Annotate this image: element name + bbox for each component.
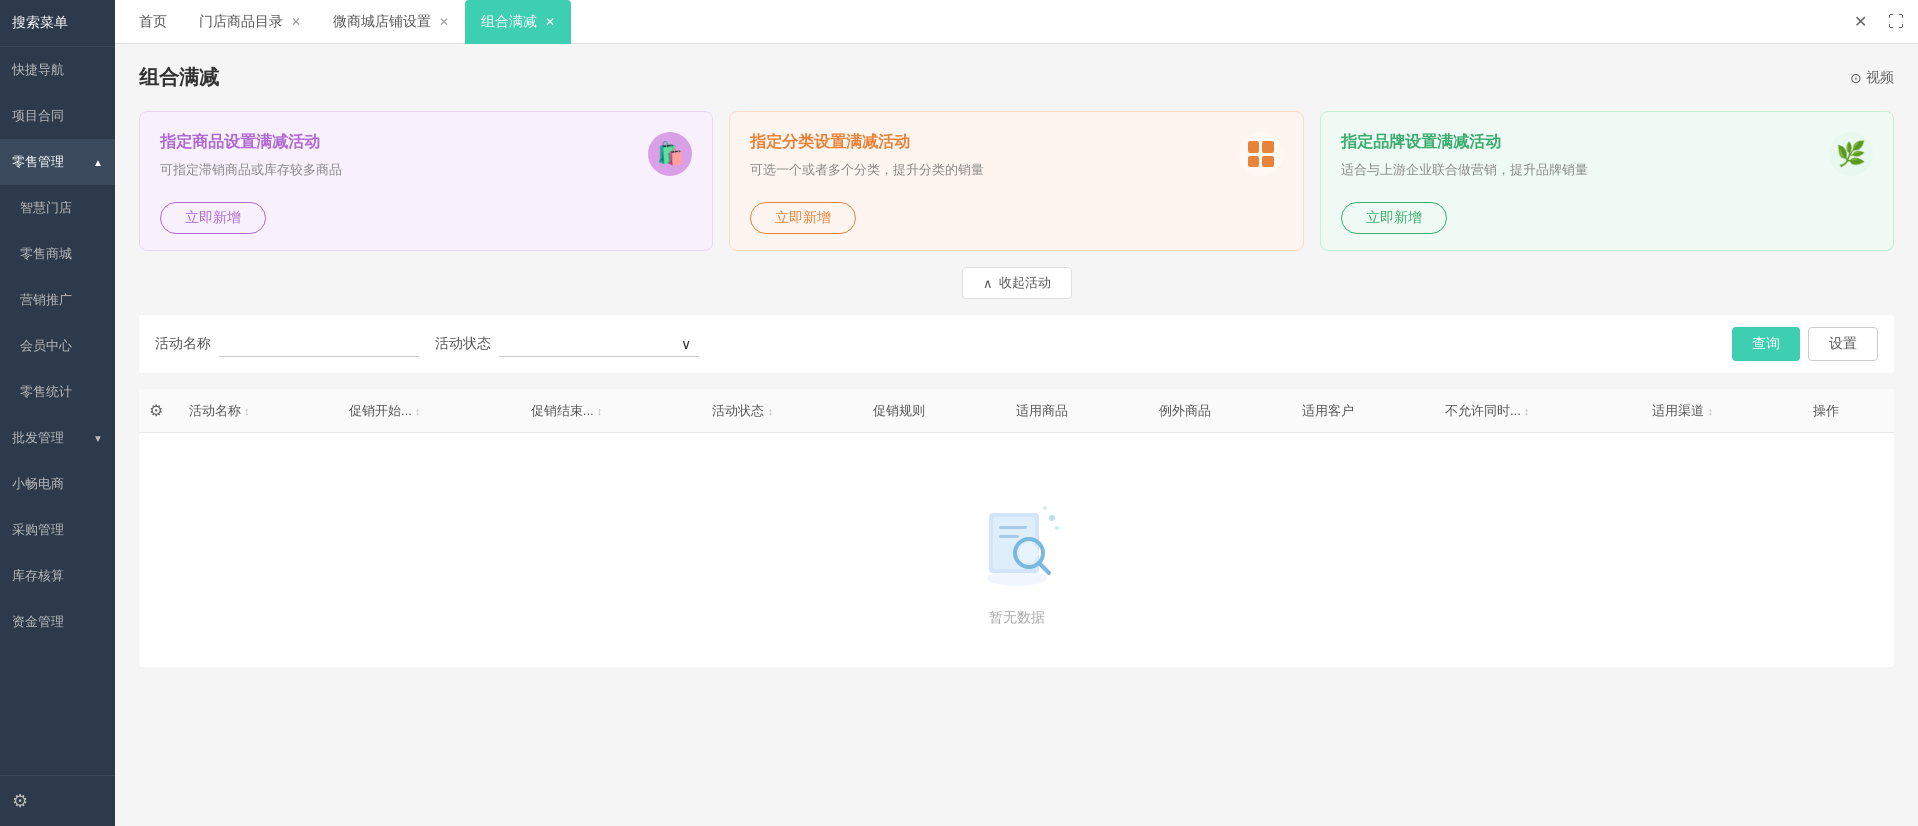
activity-status-select[interactable]: ∨ [499,332,699,357]
brand-card-icon: 🌿 [1829,132,1873,176]
gear-icon[interactable]: ⚙ [149,402,163,419]
play-icon: ⊙ [1850,70,1862,86]
tab-bar-actions: ✕ ⛶ [1846,8,1910,36]
query-button[interactable]: 查询 [1732,327,1800,361]
svg-rect-4 [999,535,1019,538]
empty-state: 暂无数据 [139,433,1894,667]
th-exception-goods: 例外商品 [1149,389,1292,433]
promo-cards-row: 指定商品设置满减活动 可指定滞销商品或库存较多商品 🛍️ 立即新增 指定分类设置… [139,111,1894,251]
video-link[interactable]: ⊙ 视频 [1850,69,1894,87]
close-tab-wechat-settings[interactable]: ✕ [439,15,449,29]
empty-state-row: 暂无数据 [139,433,1894,668]
product-card-icon: 🛍️ [648,132,692,176]
chevron-up-icon: ∧ [983,276,993,291]
settings-button[interactable]: ⚙ [0,775,115,826]
sidebar-item-finance[interactable]: 资金管理 [0,599,115,645]
tab-combo-discount[interactable]: 组合满减 ✕ [465,0,571,44]
brand-card-desc: 适合与上游企业联合做营销，提升品牌销量 [1341,161,1873,186]
filter-actions: 查询 设置 [1732,327,1878,361]
svg-point-6 [1019,543,1039,563]
th-activity-status[interactable]: 活动状态 [702,389,862,433]
data-table: ⚙ 活动名称 促销开始... 促销结束... 活动状态 促销规则 适用商品 例外… [139,389,1894,667]
brand-promo-card: 指定品牌设置满减活动 适合与上游企业联合做营销，提升品牌销量 🌿 立即新增 [1320,111,1894,251]
empty-icon [967,493,1067,593]
collapse-button[interactable]: ∧ 收起活动 [962,267,1072,299]
sidebar-item-xiaochang[interactable]: 小畅电商 [0,461,115,507]
brand-card-title: 指定品牌设置满减活动 [1341,132,1873,153]
page-header: 组合满减 ⊙ 视频 [139,64,1894,91]
brand-card-add-btn[interactable]: 立即新增 [1341,202,1447,234]
settings-filter-button[interactable]: 设置 [1808,327,1878,361]
category-promo-card: 指定分类设置满减活动 可选一个或者多个分类，提升分类的销量 立即新增 [729,111,1303,251]
sidebar: 搜索菜单 快捷导航 项目合同 零售管理 ▲ 智慧门店 零售商城 营销推广 会员中… [0,0,115,826]
product-promo-card: 指定商品设置满减活动 可指定滞销商品或库存较多商品 🛍️ 立即新增 [139,111,713,251]
th-activity-name[interactable]: 活动名称 [179,389,339,433]
empty-text: 暂无数据 [139,609,1894,627]
product-card-desc: 可指定滞销商品或库存较多商品 [160,161,692,186]
th-promo-end[interactable]: 促销结束... [521,389,703,433]
svg-line-7 [1039,563,1049,573]
activity-name-filter: 活动名称 [155,332,419,357]
chevron-down-icon: ∨ [681,336,691,352]
activity-name-input[interactable] [219,332,419,357]
collapse-bar: ∧ 收起活动 [139,267,1894,299]
tab-wechat-settings[interactable]: 微商城店铺设置 ✕ [317,0,465,44]
svg-point-9 [1043,506,1047,510]
th-no-concurrent[interactable]: 不允许同时... [1435,389,1643,433]
grid-icon [1248,141,1274,167]
page-content: 组合满减 ⊙ 视频 指定商品设置满减活动 可指定滞销商品或库存较多商品 🛍️ 立… [115,44,1918,826]
category-card-icon [1239,132,1283,176]
th-applicable-goods: 适用商品 [1006,389,1149,433]
sidebar-item-wholesale-mgmt[interactable]: 批发管理 ▼ [0,415,115,461]
table-header: ⚙ 活动名称 促销开始... 促销结束... 活动状态 促销规则 适用商品 例外… [139,389,1894,433]
sidebar-item-marketing[interactable]: 营销推广 [0,277,115,323]
sidebar-search[interactable]: 搜索菜单 [0,0,115,47]
category-card-add-btn[interactable]: 立即新增 [750,202,856,234]
sidebar-item-inventory[interactable]: 库存核算 [0,553,115,599]
table-body: 暂无数据 [139,433,1894,668]
sidebar-item-smart-store[interactable]: 智慧门店 [0,185,115,231]
th-operations: 操作 [1803,389,1894,433]
activity-status-filter: 活动状态 ∨ [435,332,699,357]
chevron-down-icon: ▼ [93,433,103,444]
svg-rect-3 [999,526,1027,529]
empty-illustration [967,493,1067,593]
expand-window-button[interactable]: ⛶ [1882,8,1910,36]
sidebar-item-retail-stats[interactable]: 零售统计 [0,369,115,415]
activity-name-label: 活动名称 [155,335,211,353]
category-card-title: 指定分类设置满减活动 [750,132,1282,153]
sidebar-item-quick-nav[interactable]: 快捷导航 [0,47,115,93]
sidebar-item-retail-mgmt[interactable]: 零售管理 ▲ [0,139,115,185]
th-promo-start[interactable]: 促销开始... [339,389,521,433]
page-title: 组合满减 [139,64,219,91]
tab-home[interactable]: 首页 [123,0,183,44]
filter-row: 活动名称 活动状态 ∨ 查询 设置 [139,315,1894,373]
th-applicable-customers: 适用客户 [1292,389,1435,433]
sidebar-item-purchase-mgmt[interactable]: 采购管理 [0,507,115,553]
data-table-container: ⚙ 活动名称 促销开始... 促销结束... 活动状态 促销规则 适用商品 例外… [139,389,1894,667]
main-area: 首页 门店商品目录 ✕ 微商城店铺设置 ✕ 组合满减 ✕ ✕ ⛶ 组合满减 ⊙ … [115,0,1918,826]
svg-point-10 [1055,526,1059,530]
category-card-desc: 可选一个或者多个分类，提升分类的销量 [750,161,1282,186]
close-window-button[interactable]: ✕ [1846,8,1874,36]
leaf-icon: 🌿 [1836,140,1866,168]
close-tab-store-catalog[interactable]: ✕ [291,15,301,29]
th-promo-rules: 促销规则 [863,389,1006,433]
chevron-up-icon: ▲ [93,157,103,168]
product-card-title: 指定商品设置满减活动 [160,132,692,153]
th-applicable-channel[interactable]: 适用渠道 [1642,389,1802,433]
product-card-add-btn[interactable]: 立即新增 [160,202,266,234]
sidebar-item-project-contract[interactable]: 项目合同 [0,93,115,139]
activity-status-label: 活动状态 [435,335,491,353]
tab-bar: 首页 门店商品目录 ✕ 微商城店铺设置 ✕ 组合满减 ✕ ✕ ⛶ [115,0,1918,44]
svg-point-8 [1049,515,1055,521]
close-tab-combo-discount[interactable]: ✕ [545,15,555,29]
th-settings: ⚙ [139,389,179,433]
sidebar-item-retail-mall[interactable]: 零售商城 [0,231,115,277]
sidebar-item-member-center[interactable]: 会员中心 [0,323,115,369]
tab-store-catalog[interactable]: 门店商品目录 ✕ [183,0,317,44]
